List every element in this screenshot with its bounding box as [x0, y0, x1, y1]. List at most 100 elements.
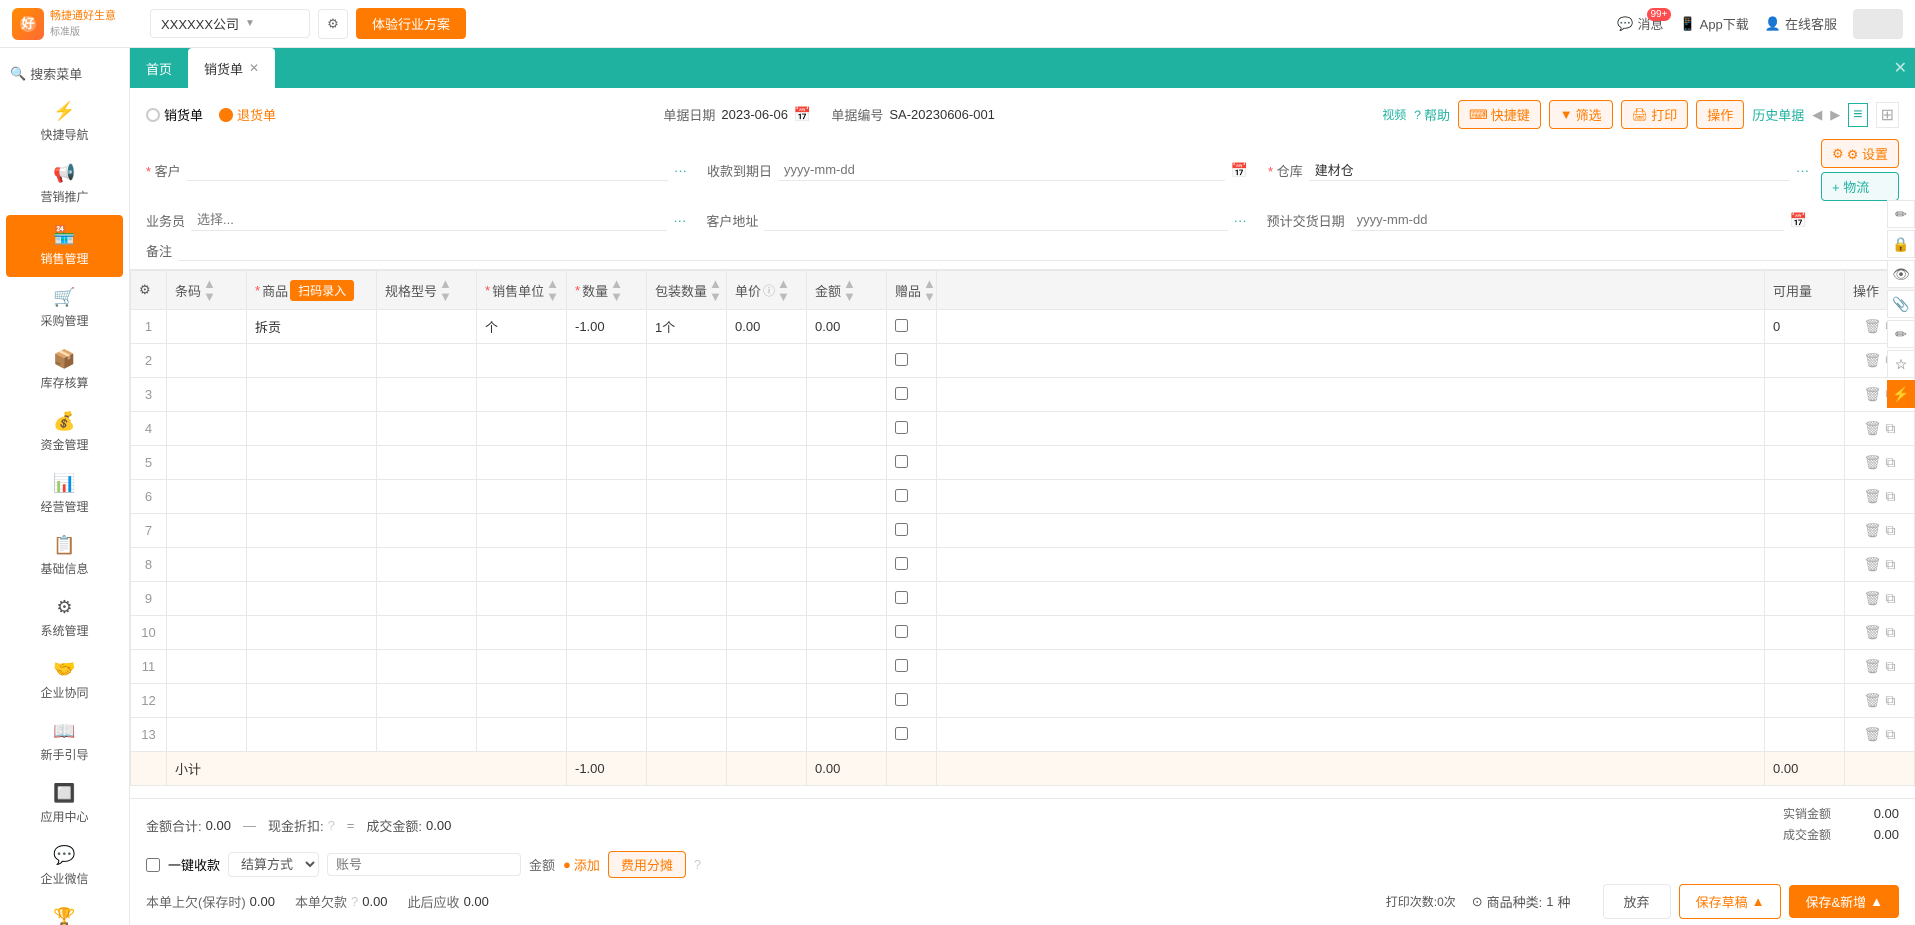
trial-button[interactable]: 体验行业方案	[356, 8, 466, 39]
delete-row-icon[interactable]: 🗑	[1864, 692, 1882, 709]
one-click-payment-checkbox[interactable]	[146, 858, 160, 872]
due-date-input[interactable]	[778, 159, 1225, 181]
sales-order-radio[interactable]: 销货单	[146, 105, 203, 124]
history-link[interactable]: 历史单据	[1752, 105, 1804, 124]
delete-row-icon[interactable]: 🗑	[1864, 420, 1882, 437]
delete-row-icon[interactable]: 🗑	[1864, 590, 1882, 607]
gift-checkbox[interactable]	[895, 387, 908, 400]
sidebar-item-guide[interactable]: 📖 新手引导	[0, 711, 129, 773]
save-dropdown-icon[interactable]: ▲	[1870, 894, 1883, 909]
row-qty[interactable]: -1.00	[567, 310, 647, 344]
copy-row-icon[interactable]: ⧉	[1885, 726, 1895, 743]
return-order-radio[interactable]: 退货单	[219, 105, 276, 124]
save-new-button[interactable]: 保存&新增 ▲	[1789, 885, 1899, 918]
gift-checkbox[interactable]	[895, 421, 908, 434]
address-select-icon[interactable]: ···	[1234, 213, 1247, 228]
customer-input[interactable]	[187, 159, 668, 181]
gift-checkbox[interactable]	[895, 727, 908, 740]
delivery-calendar-icon[interactable]: 📅	[1790, 212, 1807, 229]
avatar[interactable]	[1853, 9, 1903, 39]
warehouse-input[interactable]: 建材仓	[1309, 159, 1790, 181]
row-unit[interactable]: 个	[477, 310, 567, 344]
sidebar-item-finance[interactable]: 💰 资金管理	[0, 401, 129, 463]
settings-button[interactable]: ⚙	[318, 9, 348, 39]
discard-button[interactable]: 放弃	[1603, 884, 1671, 919]
filter-button[interactable]: ▼ 筛选	[1549, 100, 1613, 129]
search-menu-button[interactable]: 🔍 搜索菜单	[0, 56, 129, 91]
right-panel-btn-5[interactable]: ✏	[1887, 320, 1915, 348]
gift-checkbox[interactable]	[895, 659, 908, 672]
add-payment-button[interactable]: ● 添加	[563, 855, 600, 874]
tab-home[interactable]: 首页	[130, 48, 188, 88]
notes-input[interactable]	[178, 239, 1899, 261]
delete-row-icon[interactable]: 🗑	[1864, 454, 1882, 471]
list-view-button[interactable]: ≡	[1848, 103, 1867, 127]
col-settings[interactable]: ⚙	[131, 271, 167, 310]
tab-sales-order[interactable]: 销货单 ✕	[188, 48, 275, 88]
price-info-icon[interactable]: ⓘ	[763, 282, 775, 299]
app-download-button[interactable]: 📱 App下载	[1679, 14, 1748, 33]
copy-row-icon[interactable]: ⧉	[1885, 692, 1895, 709]
row-amount[interactable]: 0.00	[807, 310, 887, 344]
next-record-button[interactable]: ▶	[1830, 107, 1840, 123]
print-button[interactable]: 🖨 打印	[1621, 100, 1689, 129]
row-product[interactable]: 拆贡	[247, 310, 377, 344]
gift-checkbox[interactable]	[895, 489, 908, 502]
discount-help-icon[interactable]: ?	[328, 818, 335, 833]
gift-checkbox[interactable]	[895, 591, 908, 604]
copy-row-icon[interactable]: ⧉	[1885, 488, 1895, 505]
gift-checkbox[interactable]	[895, 319, 908, 332]
sidebar-item-sales[interactable]: 🏪 销售管理	[6, 215, 123, 277]
warehouse-select-icon[interactable]: ···	[1796, 163, 1809, 178]
draft-dropdown-icon[interactable]: ▲	[1752, 894, 1765, 909]
gift-checkbox[interactable]	[895, 625, 908, 638]
scan-barcode-button[interactable]: 扫码录入	[290, 280, 354, 301]
copy-row-icon[interactable]: ⧉	[1885, 590, 1895, 607]
close-page-icon[interactable]: ✕	[1894, 58, 1907, 78]
save-draft-button[interactable]: 保存草稿 ▲	[1679, 884, 1782, 919]
row-gift[interactable]	[887, 310, 937, 344]
tab-close-icon[interactable]: ✕	[249, 61, 259, 75]
delete-row-icon[interactable]: 🗑	[1864, 624, 1882, 641]
right-panel-btn-orange[interactable]: ⚡	[1887, 380, 1915, 408]
delete-row-icon[interactable]: 🗑	[1864, 488, 1882, 505]
delete-row-icon[interactable]: 🗑	[1864, 522, 1882, 539]
row-pkg-qty[interactable]: 1个	[647, 310, 727, 344]
copy-row-icon[interactable]: ⧉	[1885, 658, 1895, 675]
sidebar-item-system[interactable]: ⚙ 系统管理	[0, 587, 129, 649]
payment-help-icon[interactable]: ?	[694, 857, 701, 872]
right-panel-btn-3[interactable]: 👁	[1887, 260, 1915, 288]
salesperson-input[interactable]	[191, 209, 667, 231]
copy-row-icon[interactable]: ⧉	[1885, 420, 1895, 437]
shortcut-button[interactable]: ⌨ 快捷键	[1458, 100, 1541, 129]
gift-checkbox[interactable]	[895, 353, 908, 366]
sidebar-item-purchase[interactable]: 🛒 采购管理	[0, 277, 129, 339]
sidebar-item-member[interactable]: 🏆 畅会员	[0, 897, 129, 925]
logistics-button[interactable]: + 物流	[1821, 172, 1899, 201]
sidebar-item-quick-nav[interactable]: ⚡ 快捷导航	[0, 91, 129, 153]
payment-method-select[interactable]: 结算方式	[228, 852, 319, 877]
prev-record-button[interactable]: ◀	[1812, 107, 1822, 123]
right-panel-btn-4[interactable]: 📎	[1887, 290, 1915, 318]
copy-row-icon[interactable]: ⧉	[1885, 624, 1895, 641]
expense-split-button[interactable]: 费用分摊	[608, 851, 686, 878]
company-selector[interactable]: XXXXXX公司 ▼	[150, 9, 310, 38]
row-note[interactable]	[937, 310, 1765, 344]
account-number-input[interactable]	[327, 853, 521, 876]
salesperson-select-icon[interactable]: ···	[673, 213, 686, 228]
sidebar-item-inventory[interactable]: 📦 库存核算	[0, 339, 129, 401]
delete-row-icon[interactable]: 🗑	[1864, 318, 1882, 335]
online-service-button[interactable]: 👤 在线客服	[1765, 14, 1837, 33]
gift-checkbox[interactable]	[895, 455, 908, 468]
delete-row-icon[interactable]: 🗑	[1864, 658, 1882, 675]
sidebar-item-wechat[interactable]: 💬 企业微信	[0, 835, 129, 897]
row-price[interactable]: 0.00	[727, 310, 807, 344]
due-date-calendar-icon[interactable]: 📅	[1231, 162, 1248, 179]
setup-button[interactable]: ⚙ ⚙ 设置	[1821, 139, 1899, 168]
delete-row-icon[interactable]: 🗑	[1864, 386, 1882, 403]
owed-help-icon[interactable]: ?	[351, 894, 358, 909]
customer-select-icon[interactable]: ···	[674, 163, 687, 178]
gift-checkbox[interactable]	[895, 557, 908, 570]
gift-checkbox[interactable]	[895, 523, 908, 536]
gift-checkbox[interactable]	[895, 693, 908, 706]
